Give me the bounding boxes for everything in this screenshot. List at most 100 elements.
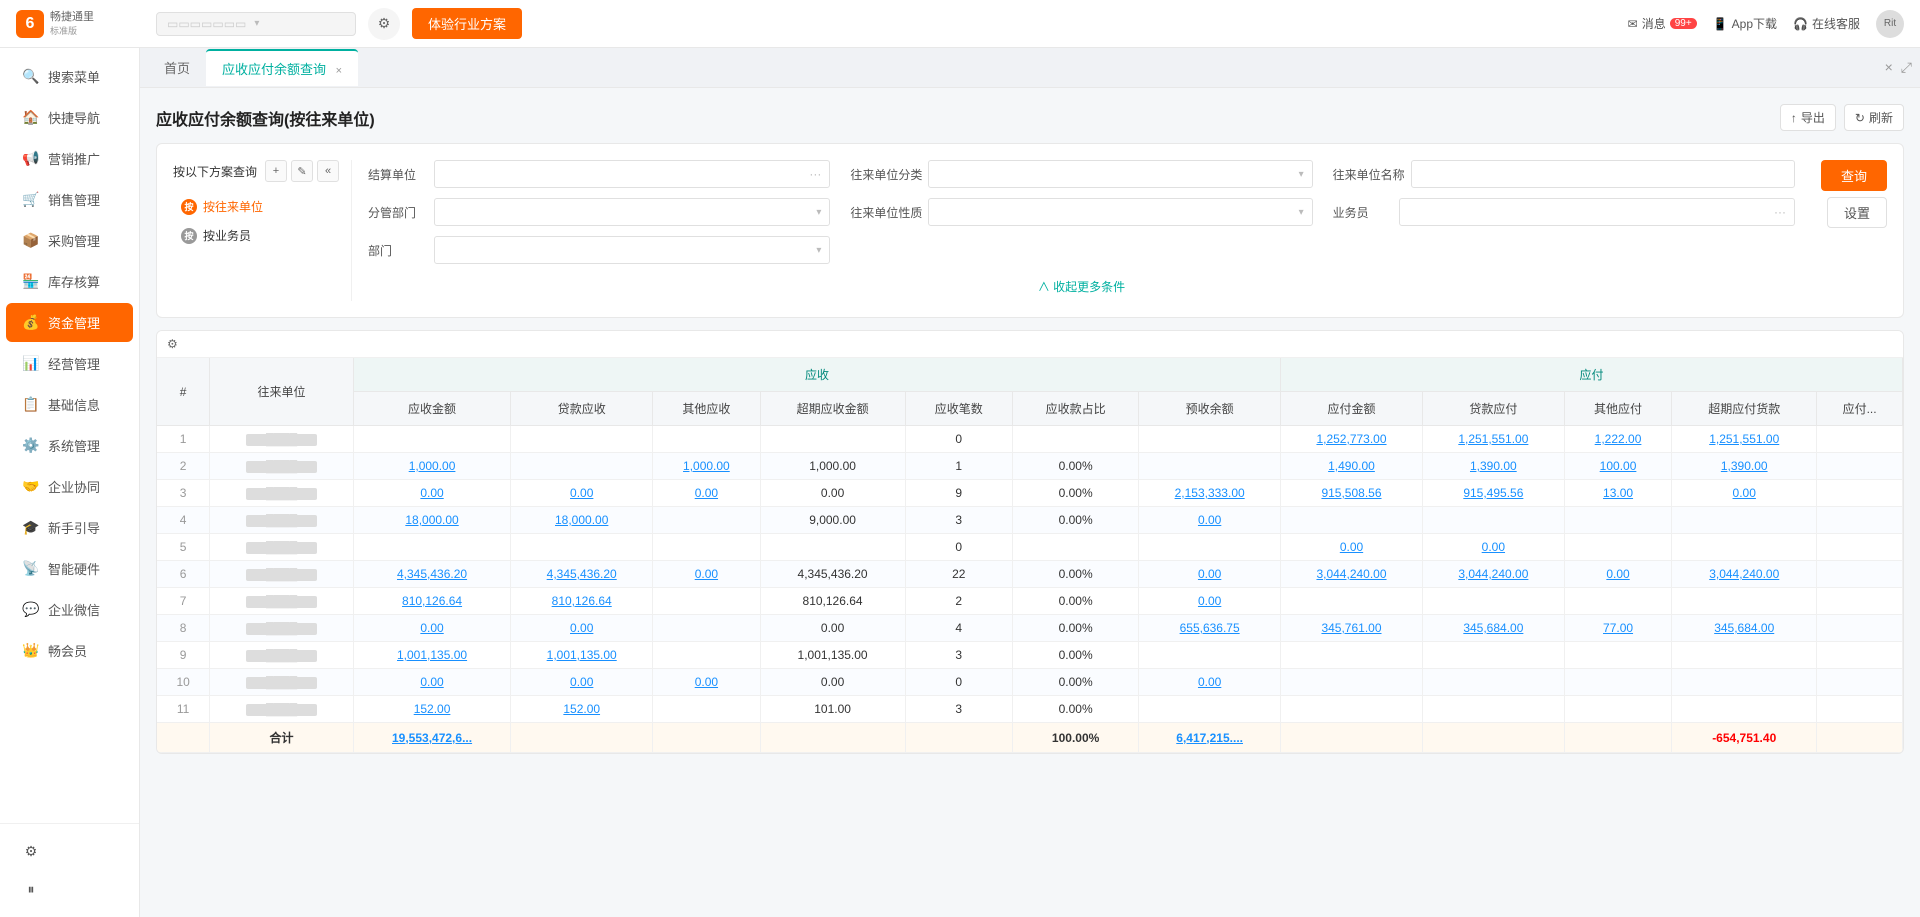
window-expand-button[interactable]: ⤢ xyxy=(1901,59,1912,76)
breadcrumb-input[interactable]: ▭▭▭▭▭▭▭ ▾ xyxy=(156,12,356,36)
table-cell[interactable]: 345,684.00 xyxy=(1422,615,1564,642)
table-settings-icon[interactable]: ⚙ xyxy=(167,337,178,351)
table-cell[interactable]: 0.00 xyxy=(1139,669,1281,696)
table-cell[interactable]: 0.00 xyxy=(511,615,653,642)
table-cell[interactable]: 4,345,436.20 xyxy=(511,561,653,588)
solution-button[interactable]: 体验行业方案 xyxy=(412,8,522,39)
table-cell[interactable]: 0.00 xyxy=(1139,561,1281,588)
sidebar-bottom-settings[interactable]: ⚙ xyxy=(6,833,133,870)
table-cell[interactable]: 0.00 xyxy=(511,669,653,696)
user-avatar[interactable]: Rit xyxy=(1876,10,1904,38)
app-download-button[interactable]: 📱 App下载 xyxy=(1713,15,1777,32)
table-cell[interactable]: 915,508.56 xyxy=(1281,480,1423,507)
table-cell[interactable]: 0.00 xyxy=(353,615,510,642)
sidebar-item-guide[interactable]: 🎓 新手引导 xyxy=(6,508,133,547)
table-cell[interactable]: 345,684.00 xyxy=(1672,615,1817,642)
table-cell[interactable]: 0.00 xyxy=(1672,480,1817,507)
tab-close-button[interactable]: × xyxy=(336,65,342,77)
table-cell[interactable]: 810,126.64 xyxy=(511,588,653,615)
table-cell[interactable]: 810,126.64 xyxy=(353,588,510,615)
sidebar-item-enterprise[interactable]: 🤝 企业协同 xyxy=(6,467,133,506)
table-cell[interactable]: 1,000.00 xyxy=(653,453,761,480)
table-cell[interactable]: 0.00 xyxy=(653,669,761,696)
table-cell[interactable]: 18,000.00 xyxy=(511,507,653,534)
table-cell[interactable]: 0.00 xyxy=(653,480,761,507)
table-cell[interactable]: 345,761.00 xyxy=(1281,615,1423,642)
table-cell[interactable]: 1,390.00 xyxy=(1422,453,1564,480)
table-cell[interactable]: 915,495.56 xyxy=(1422,480,1564,507)
table-cell[interactable]: 1,490.00 xyxy=(1281,453,1423,480)
window-close-button[interactable]: × xyxy=(1885,59,1893,76)
tab-home[interactable]: 首页 xyxy=(148,50,206,85)
messages-button[interactable]: ✉ 消息 99+ xyxy=(1628,15,1697,32)
settlement-unit-input[interactable]: ··· xyxy=(434,160,830,188)
query-button[interactable]: 查询 xyxy=(1821,160,1887,191)
edit-scheme-button[interactable]: ✎ xyxy=(291,160,313,182)
table-cell[interactable]: 0.00 xyxy=(1281,534,1423,561)
settings-button[interactable]: 设置 xyxy=(1827,197,1887,228)
sidebar-item-member[interactable]: 👑 畅会员 xyxy=(6,631,133,670)
dept-manager-input[interactable]: ▾ xyxy=(434,198,830,226)
table-cell[interactable]: 2,153,333.00 xyxy=(1139,480,1281,507)
export-button[interactable]: ↑ 导出 xyxy=(1780,104,1836,131)
collapse-more-button[interactable]: ∧ 收起更多条件 xyxy=(368,272,1795,301)
table-cell[interactable]: 1,000.00 xyxy=(353,453,510,480)
table-cell[interactable]: 13.00 xyxy=(1564,480,1672,507)
sidebar-item-sales[interactable]: 🛒 销售管理 xyxy=(6,180,133,219)
table-cell[interactable]: 100.00 xyxy=(1564,453,1672,480)
sidebar-item-marketing[interactable]: 📢 营销推广 xyxy=(6,139,133,178)
table-cell[interactable]: 0.00 xyxy=(1139,588,1281,615)
partner-name-input[interactable] xyxy=(1411,160,1795,188)
table-cell[interactable]: 0.00 xyxy=(1422,534,1564,561)
sidebar-item-finance[interactable]: 💰 资金管理 xyxy=(6,303,133,342)
sidebar-bottom-collapse[interactable]: ⏸ xyxy=(6,871,133,908)
table-cell[interactable]: 18,000.00 xyxy=(353,507,510,534)
sidebar-item-basic-info[interactable]: 📋 基础信息 xyxy=(6,385,133,424)
sidebar-item-wechat[interactable]: 💬 企业微信 xyxy=(6,590,133,629)
add-scheme-button[interactable]: + xyxy=(265,160,287,182)
sidebar-item-hardware[interactable]: 📡 智能硬件 xyxy=(6,549,133,588)
table-cell[interactable]: 655,636.75 xyxy=(1139,615,1281,642)
table-cell[interactable]: 0.00 xyxy=(653,561,761,588)
total-receivable-amount[interactable]: 19,553,472,6... xyxy=(353,723,510,753)
table-cell[interactable]: 152.00 xyxy=(353,696,510,723)
table-cell[interactable]: 0.00 xyxy=(353,480,510,507)
table-cell[interactable]: 1,252,773.00 xyxy=(1281,426,1423,453)
table-cell[interactable]: 4,345,436.20 xyxy=(353,561,510,588)
table-cell[interactable]: 1,390.00 xyxy=(1672,453,1817,480)
table-cell[interactable]: 0.00 xyxy=(1564,561,1672,588)
table-cell[interactable]: 0.00 xyxy=(511,480,653,507)
department-input[interactable]: ▾ xyxy=(434,236,830,264)
table-cell[interactable]: 1,222.00 xyxy=(1564,426,1672,453)
sidebar-item-purchase[interactable]: 📦 采购管理 xyxy=(6,221,133,260)
table-cell[interactable]: 3,044,240.00 xyxy=(1672,561,1817,588)
online-service-button[interactable]: 🎧 在线客服 xyxy=(1793,15,1860,32)
settings-gear-button[interactable]: ⚙ xyxy=(368,8,400,40)
table-cell[interactable]: 1,001,135.00 xyxy=(511,642,653,669)
sidebar-item-quick-nav[interactable]: 🏠 快捷导航 xyxy=(6,98,133,137)
table-cell[interactable]: 1,251,551.00 xyxy=(1422,426,1564,453)
refresh-button[interactable]: ↻ 刷新 xyxy=(1844,104,1904,131)
table-cell[interactable]: 152.00 xyxy=(511,696,653,723)
salesman-input[interactable]: ··· xyxy=(1399,198,1795,226)
collapse-scheme-button[interactable]: « xyxy=(317,160,339,182)
table-cell[interactable]: 0.00 xyxy=(1139,507,1281,534)
table-cell[interactable]: 3,044,240.00 xyxy=(1422,561,1564,588)
table-cell[interactable]: 0.00 xyxy=(353,669,510,696)
partner-category-input[interactable]: ▾ xyxy=(928,160,1312,188)
total-prepaid-balance[interactable]: 6,417,215.... xyxy=(1139,723,1281,753)
sidebar-item-system[interactable]: ⚙️ 系统管理 xyxy=(6,426,133,465)
sidebar-item-inventory[interactable]: 🏪 库存核算 xyxy=(6,262,133,301)
table-cell[interactable]: 1,251,551.00 xyxy=(1672,426,1817,453)
tab-ar-ap-query[interactable]: 应收应付余额查询 × xyxy=(206,49,358,86)
partner-nature-input[interactable]: ▾ xyxy=(928,198,1312,226)
table-cell[interactable]: 1,001,135.00 xyxy=(353,642,510,669)
scheme-icon-salesman: 按 xyxy=(181,228,197,244)
table-cell[interactable]: 3,044,240.00 xyxy=(1281,561,1423,588)
scheme-item-salesman[interactable]: 按 按业务员 xyxy=(173,223,339,248)
scheme-item-partner[interactable]: 按 按往来单位 xyxy=(173,194,339,219)
total-receivable-ratio: 100.00% xyxy=(1013,723,1139,753)
sidebar-item-operations[interactable]: 📊 经营管理 xyxy=(6,344,133,383)
table-cell[interactable]: 77.00 xyxy=(1564,615,1672,642)
sidebar-item-search-menu[interactable]: 🔍 搜索菜单 xyxy=(6,57,133,96)
